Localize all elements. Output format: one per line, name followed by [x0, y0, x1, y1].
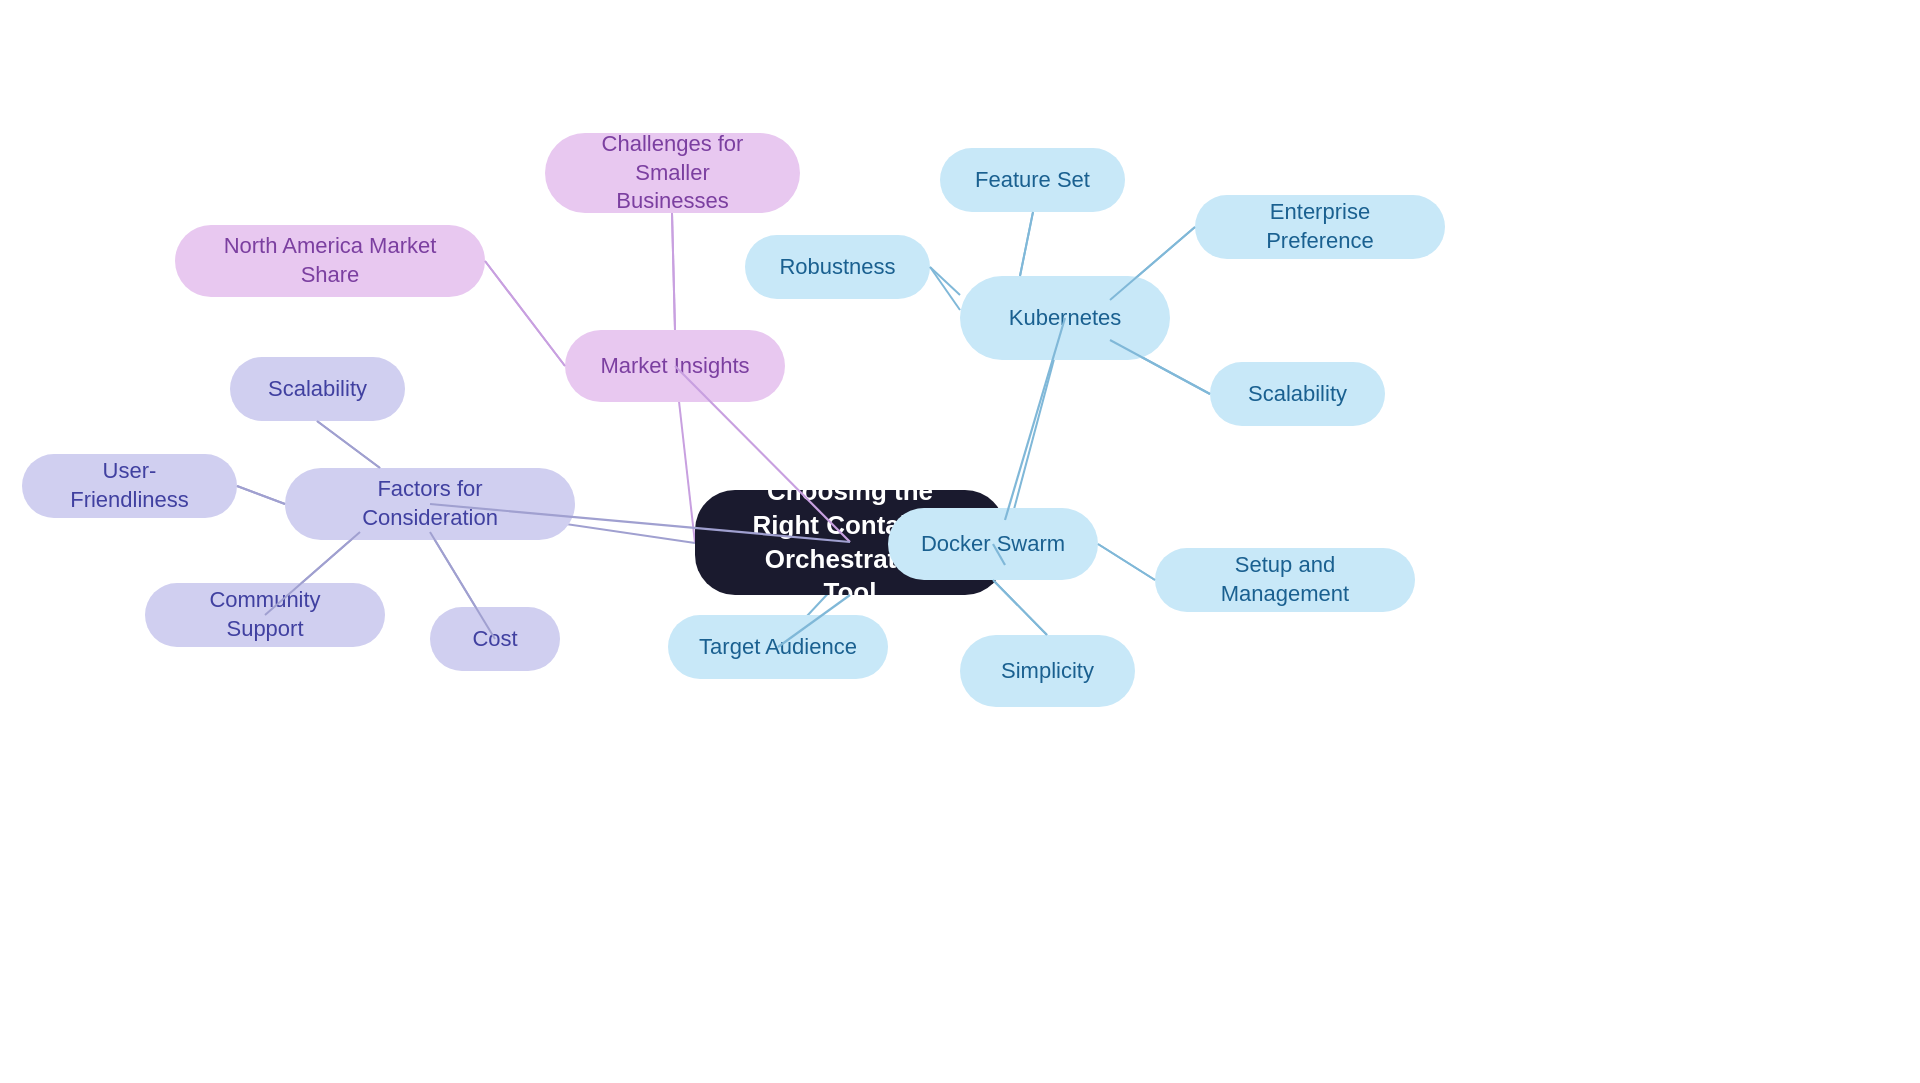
challenges-node[interactable]: Challenges for Smaller Businesses — [545, 133, 800, 213]
svg-line-22 — [485, 261, 565, 366]
scalability-right-node[interactable]: Scalability — [1210, 362, 1385, 426]
enterprise-pref-label: Enterprise Preference — [1223, 198, 1417, 255]
svg-line-14 — [930, 267, 960, 295]
market-insights-node[interactable]: Market Insights — [565, 330, 785, 402]
scalability-right-label: Scalability — [1248, 380, 1347, 409]
svg-line-25 — [237, 486, 285, 504]
simplicity-label: Simplicity — [1001, 657, 1094, 686]
factors-label: Factors for Consideration — [313, 475, 547, 532]
cost-label: Cost — [472, 625, 517, 654]
svg-line-7 — [317, 421, 380, 468]
scalability-left-node[interactable]: Scalability — [230, 357, 405, 421]
simplicity-node[interactable]: Simplicity — [960, 635, 1135, 707]
target-audience-label: Target Audience — [699, 633, 857, 662]
robustness-label: Robustness — [779, 253, 895, 282]
kubernetes-label: Kubernetes — [1009, 304, 1122, 333]
market-insights-label: Market Insights — [600, 352, 749, 381]
svg-line-33 — [993, 580, 1047, 635]
svg-line-23 — [672, 213, 675, 330]
docker-swarm-node[interactable]: Docker Swarm — [888, 508, 1098, 580]
north-america-label: North America Market Share — [203, 232, 457, 289]
north-america-node[interactable]: North America Market Share — [175, 225, 485, 297]
user-friendliness-node[interactable]: User-Friendliness — [22, 454, 237, 518]
factors-node[interactable]: Factors for Consideration — [285, 468, 575, 540]
challenges-label: Challenges for Smaller Businesses — [573, 130, 772, 216]
community-support-node[interactable]: Community Support — [145, 583, 385, 647]
docker-swarm-label: Docker Swarm — [921, 530, 1065, 559]
kubernetes-node[interactable]: Kubernetes — [960, 276, 1170, 360]
svg-line-16 — [993, 580, 1047, 635]
svg-line-31 — [930, 267, 960, 310]
svg-line-6 — [672, 213, 675, 330]
svg-line-32 — [1098, 544, 1155, 580]
svg-line-28 — [1020, 212, 1033, 276]
target-audience-node[interactable]: Target Audience — [668, 615, 888, 679]
svg-line-8 — [237, 486, 285, 504]
feature-set-node[interactable]: Feature Set — [940, 148, 1125, 212]
svg-line-24 — [317, 421, 380, 468]
svg-line-15 — [1098, 544, 1155, 580]
setup-management-node[interactable]: Setup and Management — [1155, 548, 1415, 612]
feature-set-label: Feature Set — [975, 166, 1090, 195]
community-support-label: Community Support — [173, 586, 357, 643]
setup-management-label: Setup and Management — [1183, 551, 1387, 608]
svg-line-11 — [1020, 212, 1033, 276]
cost-node[interactable]: Cost — [430, 607, 560, 671]
enterprise-pref-node[interactable]: Enterprise Preference — [1195, 195, 1445, 259]
robustness-node[interactable]: Robustness — [745, 235, 930, 299]
svg-line-5 — [485, 261, 565, 366]
user-friendliness-label: User-Friendliness — [50, 457, 209, 514]
scalability-left-label: Scalability — [268, 375, 367, 404]
